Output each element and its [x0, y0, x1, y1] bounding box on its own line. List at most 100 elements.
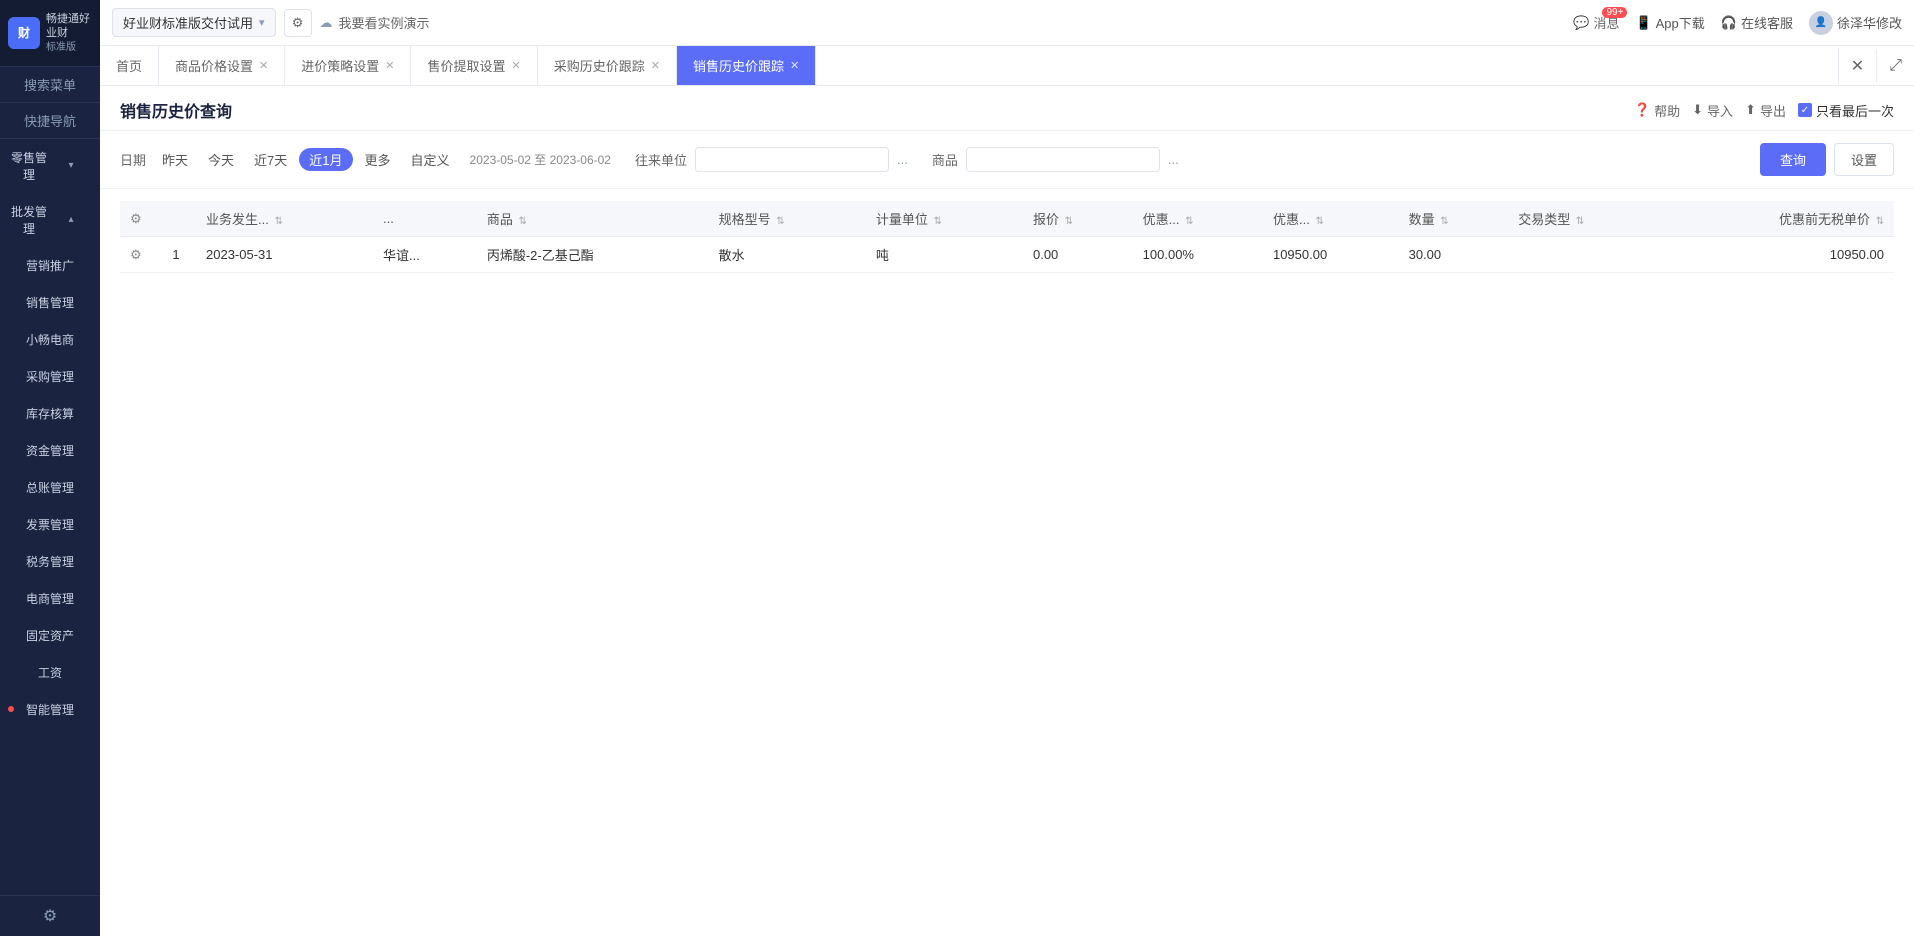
export-button[interactable]: ⬆ 导出 — [1745, 101, 1786, 120]
sidebar-item-fixed-assets[interactable]: 固定资产 — [0, 617, 100, 654]
sidebar-settings-icon[interactable]: ⚙ — [43, 908, 57, 925]
product-more-button[interactable]: ... — [1168, 152, 1179, 167]
logo-tag: 标准版 — [46, 41, 92, 54]
table-row: ⚙ 1 2023-05-31 华谊... 丙烯酸-2-乙基己酯 散水 吨 0.0… — [120, 237, 1894, 273]
row-discount1-cell: 100.00% — [1133, 237, 1263, 273]
date-opt-yesterday[interactable]: 昨天 — [154, 148, 196, 171]
app-logo: 财 畅捷通好业财 标准版 — [0, 0, 100, 67]
demo-button[interactable]: ☁ 我要看实例演示 — [320, 13, 430, 32]
tab-purchase-strategy[interactable]: 进价策略设置 ✕ — [285, 46, 411, 85]
tab-expand-button[interactable]: ⤢ — [1876, 49, 1914, 83]
sidebar-item-smart[interactable]: 智能管理 — [0, 691, 100, 728]
product-input[interactable] — [966, 147, 1160, 172]
export-icon: ⬆ — [1745, 102, 1756, 118]
sidebar-item-tax[interactable]: 税务管理 — [0, 543, 100, 580]
tab-price-settings-close-icon[interactable]: ✕ — [259, 59, 268, 72]
app-download-button[interactable]: 📱 App下载 — [1635, 13, 1704, 32]
sidebar-item-inventory[interactable]: 库存核算 — [0, 395, 100, 432]
supplier-input[interactable] — [695, 147, 889, 172]
date-filter-label: 日期 — [120, 150, 146, 169]
sidebar-item-ecommerce[interactable]: 电商管理 — [0, 580, 100, 617]
supplier-more-button[interactable]: ... — [897, 152, 908, 167]
date-opt-more[interactable]: 更多 — [357, 148, 399, 171]
version-chevron-icon: ▾ — [259, 16, 265, 29]
table-gear-icon[interactable]: ⚙ — [130, 211, 142, 226]
demo-label: 我要看实例演示 — [339, 13, 430, 32]
date-opt-custom[interactable]: 自定义 — [403, 148, 458, 171]
col-business-date-sort-icon[interactable]: ⇅ — [274, 216, 282, 227]
phone-icon: 📱 — [1635, 15, 1651, 31]
messages-button[interactable]: 💬 消息 99+ — [1573, 13, 1619, 32]
import-button[interactable]: ⬇ 导入 — [1692, 101, 1733, 120]
tab-price-extract-close-icon[interactable]: ✕ — [512, 59, 521, 72]
col-pretax-sort-icon[interactable]: ⇅ — [1876, 216, 1884, 227]
col-quantity: 数量 ⇅ — [1399, 201, 1509, 237]
sidebar-item-retail[interactable]: 零售管理 ▾ — [0, 139, 100, 193]
col-product: 商品 ⇅ — [477, 201, 709, 237]
sidebar-item-purchase[interactable]: 采购管理 — [0, 358, 100, 395]
only-last-checkbox-label[interactable]: 只看最后一次 — [1798, 101, 1894, 120]
tab-close-all-button[interactable]: ✕ — [1838, 48, 1876, 84]
tab-price-settings-label: 商品价格设置 — [175, 56, 253, 75]
tab-sales-history-close-icon[interactable]: ✕ — [790, 59, 799, 72]
col-unit: 计量单位 ⇅ — [866, 201, 1023, 237]
col-discount2-sort-icon[interactable]: ⇅ — [1315, 216, 1323, 227]
topbar-gear-icon: ⚙ — [292, 15, 304, 31]
page-actions: ❓ 帮助 ⬇ 导入 ⬆ 导出 只看最后一次 — [1634, 101, 1894, 120]
sidebar-item-salary[interactable]: 工资 — [0, 654, 100, 691]
sidebar-item-invoice[interactable]: 发票管理 — [0, 506, 100, 543]
col-pretax-price: 优惠前无税单价 ⇅ — [1665, 201, 1894, 237]
topbar-settings-button[interactable]: ⚙ — [284, 9, 312, 37]
col-quantity-sort-icon[interactable]: ⇅ — [1440, 216, 1448, 227]
sidebar-item-ledger[interactable]: 总账管理 — [0, 469, 100, 506]
date-opt-today[interactable]: 今天 — [200, 148, 242, 171]
import-label: 导入 — [1707, 101, 1733, 120]
col-business-date: 业务发生... ⇅ — [196, 201, 373, 237]
tab-purchase-history[interactable]: 采购历史价跟踪 ✕ — [538, 46, 677, 85]
sidebar-item-wholesale[interactable]: 批发管理 ▴ — [0, 193, 100, 247]
help-button[interactable]: ❓ 帮助 — [1634, 101, 1680, 120]
help-icon: ❓ — [1634, 102, 1650, 118]
row-num-cell: 1 — [156, 237, 196, 273]
user-menu-button[interactable]: 👤 徐泽华修改 — [1809, 11, 1902, 35]
row-price-cell: 0.00 — [1023, 237, 1133, 273]
date-opt-last1m[interactable]: 近1月 — [299, 148, 352, 171]
topbar-left: 好业财标准版交付试用 ▾ ⚙ ☁ 我要看实例演示 — [112, 8, 1561, 37]
date-opt-last7[interactable]: 近7天 — [246, 148, 295, 171]
tab-price-extract[interactable]: 售价提取设置 ✕ — [411, 46, 537, 85]
tab-sales-history-label: 销售历史价跟踪 — [693, 56, 784, 75]
product-filter-label: 商品 — [932, 150, 958, 169]
cloud-icon: ☁ — [320, 15, 333, 31]
query-button[interactable]: 查询 — [1760, 143, 1826, 176]
filter-action-buttons: 查询 设置 — [1760, 143, 1894, 176]
sidebar-item-finance[interactable]: 资金管理 — [0, 432, 100, 469]
online-service-button[interactable]: 🎧 在线客服 — [1721, 13, 1793, 32]
col-discount1-sort-icon[interactable]: ⇅ — [1185, 216, 1193, 227]
tab-price-settings[interactable]: 商品价格设置 ✕ — [159, 46, 285, 85]
sidebar-item-marketing[interactable]: 营销推广 — [0, 247, 100, 284]
sidebar-quick-nav[interactable]: 快捷导航 — [0, 103, 100, 139]
tab-purchase-strategy-close-icon[interactable]: ✕ — [385, 59, 394, 72]
headset-icon: 🎧 — [1721, 15, 1737, 31]
col-trade-type-sort-icon[interactable]: ⇅ — [1576, 216, 1584, 227]
col-product-sort-icon[interactable]: ⇅ — [518, 216, 526, 227]
row-gear-icon[interactable]: ⚙ — [130, 247, 142, 262]
help-label: 帮助 — [1654, 101, 1680, 120]
tab-price-extract-label: 售价提取设置 — [427, 56, 505, 75]
sidebar-item-ecommerce-small[interactable]: 小畅电商 — [0, 321, 100, 358]
col-unit-sort-icon[interactable]: ⇅ — [933, 216, 941, 227]
page-title: 销售历史价查询 — [120, 98, 232, 122]
only-last-checkbox-icon — [1798, 103, 1812, 117]
app-download-label: App下载 — [1656, 13, 1705, 32]
sidebar-item-sales[interactable]: 销售管理 — [0, 284, 100, 321]
date-range-display: 2023-05-02 至 2023-06-02 — [470, 151, 611, 168]
col-price-sort-icon[interactable]: ⇅ — [1065, 216, 1073, 227]
tab-home[interactable]: 首页 — [100, 46, 159, 85]
sidebar-search[interactable]: 搜索菜单 — [0, 67, 100, 103]
logo-title: 畅捷通好业财 — [46, 12, 92, 41]
version-selector[interactable]: 好业财标准版交付试用 ▾ — [112, 8, 276, 37]
tab-sales-history[interactable]: 销售历史价跟踪 ✕ — [677, 46, 816, 85]
tab-purchase-history-close-icon[interactable]: ✕ — [651, 59, 660, 72]
settings-button[interactable]: 设置 — [1834, 143, 1894, 176]
col-spec-sort-icon[interactable]: ⇅ — [776, 216, 784, 227]
